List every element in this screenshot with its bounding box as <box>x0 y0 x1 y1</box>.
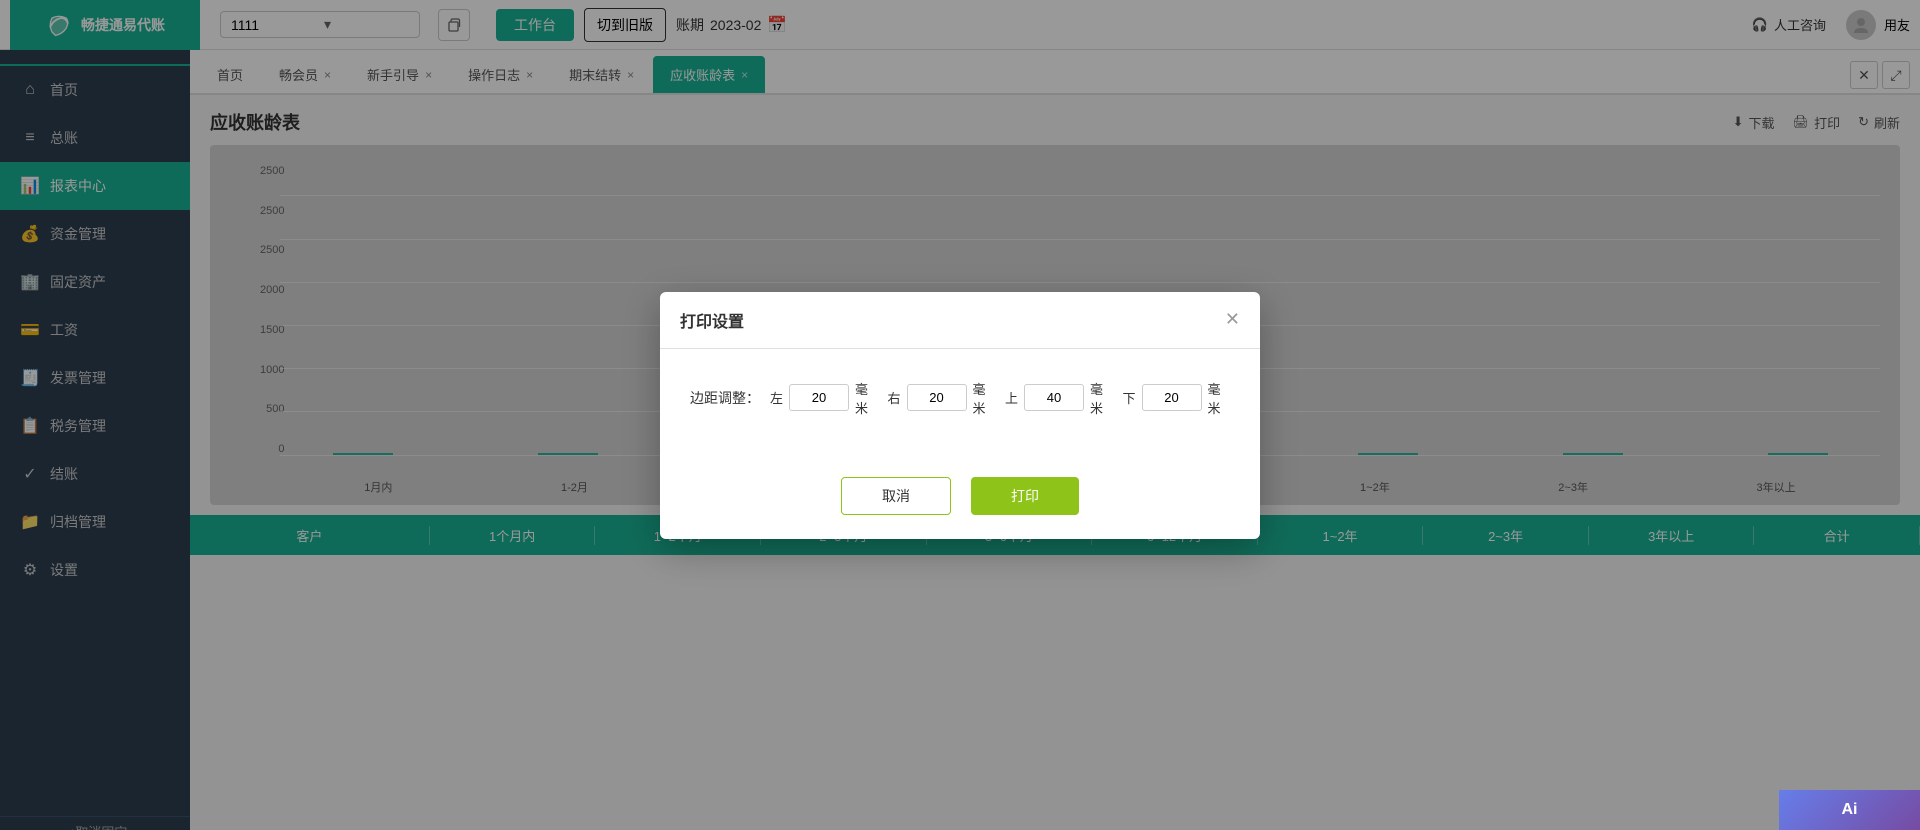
margin-top-group: 上 毫米 <box>1005 379 1113 417</box>
modal-close-button[interactable]: ✕ <box>1225 309 1240 330</box>
cancel-button[interactable]: 取消 <box>841 477 951 515</box>
left-input[interactable] <box>789 384 849 411</box>
bottom-input[interactable] <box>1142 384 1202 411</box>
right-label: 右 <box>888 388 901 407</box>
print-dialog-overlay[interactable]: 打印设置 ✕ 边距调整： 左 毫米 右 毫米 上 毫米 <box>0 0 1920 830</box>
ai-badge-label: Ai <box>1842 801 1858 819</box>
modal-title: 打印设置 <box>680 308 744 332</box>
modal-header: 打印设置 ✕ <box>660 292 1260 349</box>
right-unit: 毫米 <box>973 379 995 417</box>
margin-right-group: 右 毫米 <box>888 379 996 417</box>
modal-body: 边距调整： 左 毫米 右 毫米 上 毫米 下 <box>660 349 1260 467</box>
confirm-print-button[interactable]: 打印 <box>971 477 1079 515</box>
top-unit: 毫米 <box>1090 379 1112 417</box>
top-input[interactable] <box>1024 384 1084 411</box>
left-label: 左 <box>770 388 783 407</box>
margin-left-group: 左 毫米 <box>770 379 878 417</box>
margin-bottom-group: 下 毫米 <box>1123 379 1231 417</box>
margin-label: 边距调整： <box>690 388 760 408</box>
ai-badge[interactable]: Ai <box>1779 790 1920 830</box>
right-input[interactable] <box>907 384 967 411</box>
bottom-label: 下 <box>1123 388 1136 407</box>
bottom-unit: 毫米 <box>1208 379 1230 417</box>
modal-footer: 取消 打印 <box>660 467 1260 539</box>
left-unit: 毫米 <box>855 379 877 417</box>
margin-row: 边距调整： 左 毫米 右 毫米 上 毫米 下 <box>690 379 1230 417</box>
top-label: 上 <box>1005 388 1018 407</box>
print-dialog: 打印设置 ✕ 边距调整： 左 毫米 右 毫米 上 毫米 <box>660 292 1260 539</box>
